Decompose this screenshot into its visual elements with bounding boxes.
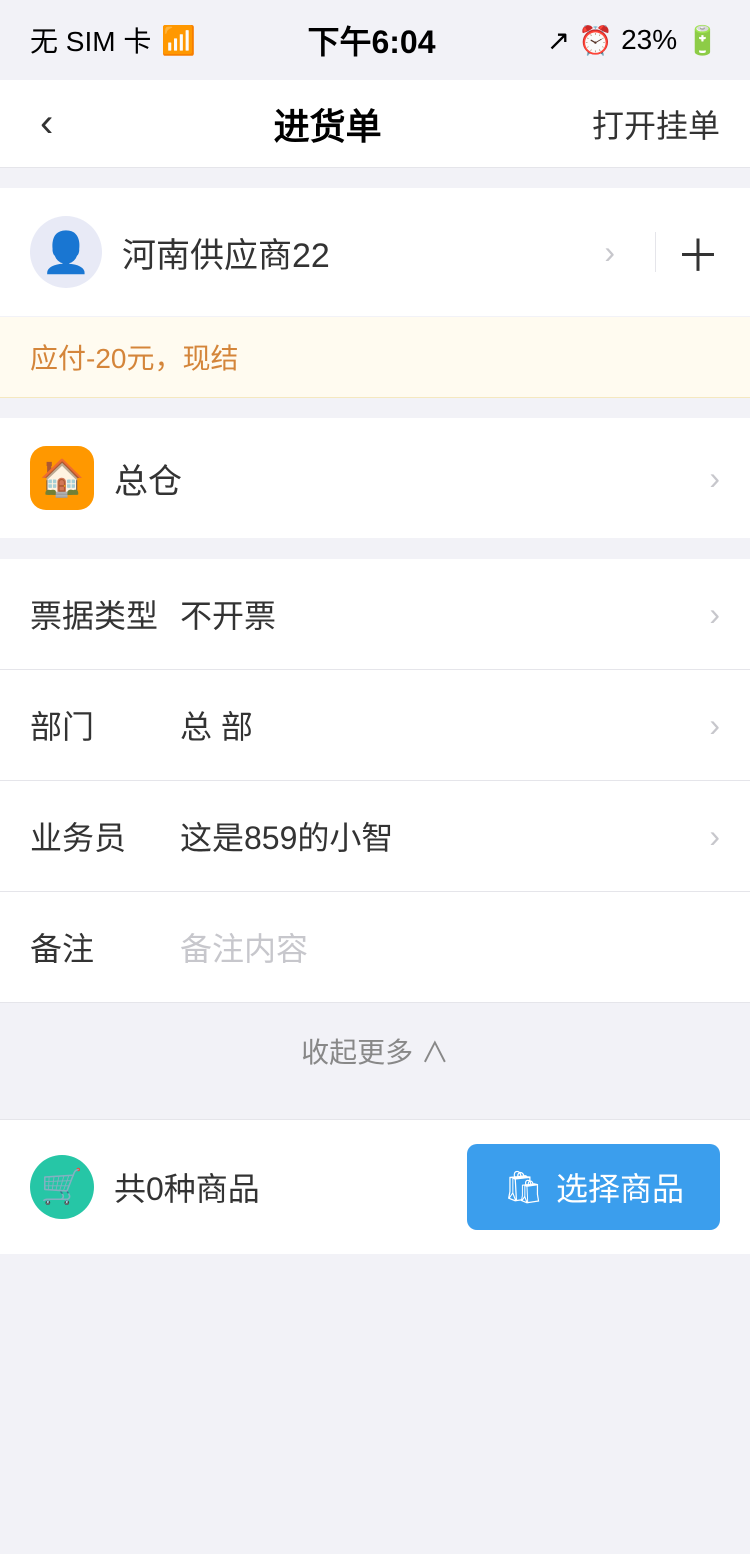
form-section: 票据类型 不开票 › 部门 总 部 › 业务员 这是859的小智 › 备注 备注… xyxy=(0,559,750,1003)
section-divider-2 xyxy=(0,398,750,418)
status-right: ↗ ⏰ 23% 🔋 xyxy=(547,24,720,57)
bottom-product-row: 🛒 共0种商品 🛍 选择商品 xyxy=(0,1119,750,1254)
supplier-row[interactable]: 👤 河南供应商22 › ＋ xyxy=(0,188,750,317)
department-chevron-icon: › xyxy=(709,707,720,744)
product-count: 共0种商品 xyxy=(114,1164,467,1210)
collapse-row[interactable]: 收起更多 ∧ xyxy=(0,1003,750,1099)
alert-text: 应付-20元，现结 xyxy=(30,343,238,374)
status-bar: 无 SIM 卡 📶 下午6:04 ↗ ⏰ 23% 🔋 xyxy=(0,0,750,80)
product-icon-wrap: 🛒 xyxy=(30,1155,94,1219)
person-icon: 👤 xyxy=(41,229,91,276)
battery-label: 23% xyxy=(621,24,677,56)
alert-row: 应付-20元，现结 xyxy=(0,317,750,398)
section-divider-3 xyxy=(0,539,750,559)
back-button[interactable]: ‹ xyxy=(30,91,63,156)
select-product-icon: 🛍 xyxy=(503,1168,544,1206)
status-time: 下午6:04 xyxy=(307,17,435,63)
content-area xyxy=(0,1254,750,1554)
vertical-divider xyxy=(655,232,656,272)
battery-icon: 🔋 xyxy=(685,24,720,57)
no-sim-label: 无 SIM 卡 xyxy=(30,20,151,60)
salesperson-row[interactable]: 业务员 这是859的小智 › xyxy=(0,781,750,892)
select-product-button[interactable]: 🛍 选择商品 xyxy=(467,1144,720,1230)
wifi-icon: 📶 xyxy=(161,24,196,57)
invoice-type-row[interactable]: 票据类型 不开票 › xyxy=(0,559,750,670)
warehouse-name: 总仓 xyxy=(114,454,709,503)
open-hang-button[interactable]: 打开挂单 xyxy=(592,101,720,147)
alarm-icon: ⏰ xyxy=(578,24,613,57)
nav-bar: ‹ 进货单 打开挂单 xyxy=(0,80,750,168)
invoice-type-label: 票据类型 xyxy=(30,591,180,637)
department-value: 总 部 xyxy=(180,702,709,748)
warehouse-row[interactable]: 🏠 总仓 › xyxy=(0,418,750,539)
select-product-label: 选择商品 xyxy=(556,1164,684,1210)
collapse-label[interactable]: 收起更多 ∧ xyxy=(301,1031,449,1071)
status-left: 无 SIM 卡 📶 xyxy=(30,20,196,60)
section-divider-1 xyxy=(0,168,750,188)
invoice-type-value: 不开票 xyxy=(180,591,709,637)
salesperson-value: 这是859的小智 xyxy=(180,813,709,859)
department-row[interactable]: 部门 总 部 › xyxy=(0,670,750,781)
section-divider-4 xyxy=(0,1099,750,1119)
salesperson-chevron-icon: › xyxy=(709,818,720,855)
salesperson-label: 业务员 xyxy=(30,813,180,859)
gps-icon: ↗ xyxy=(547,24,570,57)
product-icon: 🛒 xyxy=(41,1167,83,1207)
remark-row[interactable]: 备注 备注内容 xyxy=(0,892,750,1003)
warehouse-icon-wrap: 🏠 xyxy=(30,446,94,510)
add-supplier-button[interactable]: ＋ xyxy=(676,220,720,284)
department-label: 部门 xyxy=(30,702,180,748)
remark-label: 备注 xyxy=(30,924,180,970)
supplier-chevron-icon: › xyxy=(604,234,615,271)
supplier-name: 河南供应商22 xyxy=(122,228,604,277)
invoice-type-chevron-icon: › xyxy=(709,596,720,633)
remark-placeholder[interactable]: 备注内容 xyxy=(180,924,720,970)
warehouse-icon: 🏠 xyxy=(40,457,85,499)
page-title: 进货单 xyxy=(274,98,382,150)
warehouse-chevron-icon: › xyxy=(709,460,720,497)
supplier-avatar: 👤 xyxy=(30,216,102,288)
